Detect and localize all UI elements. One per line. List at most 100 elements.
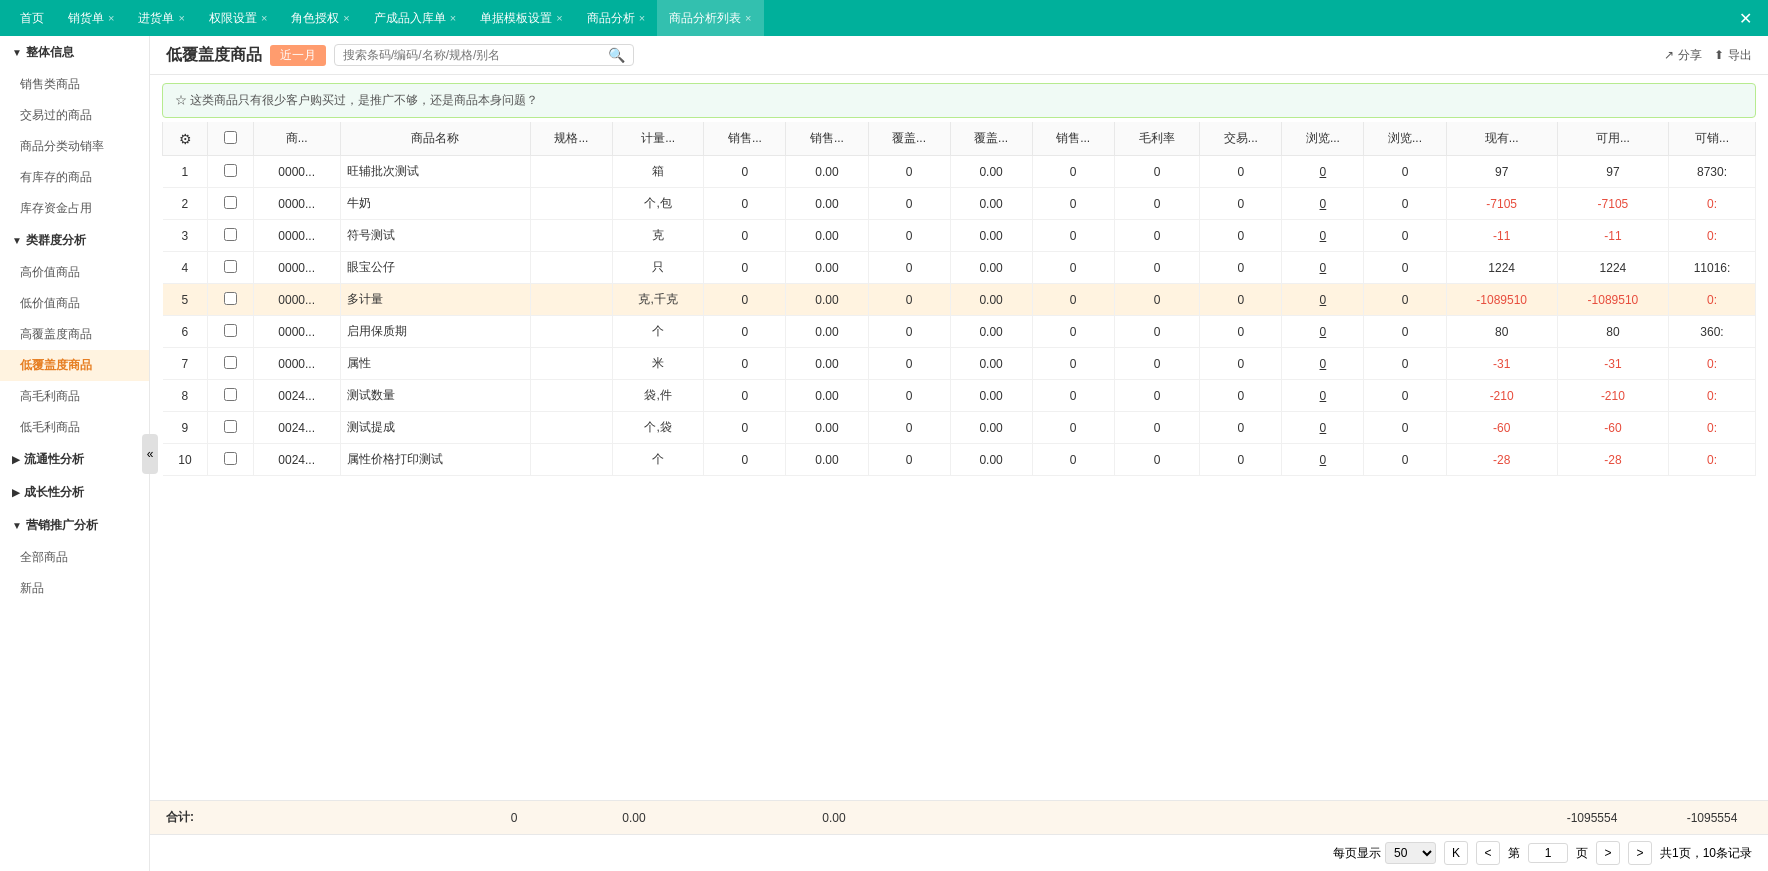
th-spec[interactable]: 规格...	[530, 122, 612, 156]
th-gross-rate[interactable]: 毛利率	[1114, 122, 1200, 156]
th-unit[interactable]: 计量...	[612, 122, 703, 156]
browse1-link[interactable]: 0	[1320, 325, 1327, 339]
th-checkbox[interactable]	[208, 122, 253, 156]
th-settings[interactable]: ⚙	[163, 122, 208, 156]
per-page-select[interactable]: 50 10 20 100	[1385, 842, 1436, 864]
browse1-link[interactable]: 0	[1320, 453, 1327, 467]
cell-browse1[interactable]: 0	[1282, 252, 1364, 284]
sidebar-item-inventory-funds[interactable]: 库存资金占用	[0, 193, 149, 224]
cell-checkbox[interactable]	[208, 348, 253, 380]
browse1-link[interactable]: 0	[1320, 197, 1327, 211]
cell-checkbox[interactable]	[208, 412, 253, 444]
nav-close-product-analysis-list[interactable]: ×	[745, 12, 751, 24]
search-input[interactable]	[343, 48, 604, 62]
th-coverage2[interactable]: 覆盖...	[950, 122, 1032, 156]
th-sales2[interactable]: 销售...	[786, 122, 868, 156]
current-page-input[interactable]	[1528, 843, 1568, 863]
row-checkbox[interactable]	[224, 420, 237, 433]
cell-browse1[interactable]: 0	[1282, 348, 1364, 380]
row-checkbox[interactable]	[224, 196, 237, 209]
export-button[interactable]: ⬆ 导出	[1714, 47, 1752, 64]
sidebar-item-high-coverage[interactable]: 高覆盖度商品	[0, 319, 149, 350]
nav-close-sales-order[interactable]: ×	[108, 12, 114, 24]
search-icon[interactable]: 🔍	[608, 47, 625, 63]
sidebar-section-growth[interactable]: ▶ 成长性分析	[0, 476, 149, 509]
select-all-checkbox[interactable]	[224, 131, 237, 144]
th-trade[interactable]: 交易...	[1200, 122, 1282, 156]
row-checkbox[interactable]	[224, 356, 237, 369]
th-code[interactable]: 商...	[253, 122, 340, 156]
sidebar-item-low-coverage[interactable]: 低覆盖度商品	[0, 350, 149, 381]
nav-product-warehouse[interactable]: 产成品入库单 ×	[362, 0, 468, 36]
nav-template-settings[interactable]: 单据模板设置 ×	[468, 0, 574, 36]
browse1-link[interactable]: 0	[1320, 229, 1327, 243]
filter-period-button[interactable]: 近一月	[270, 45, 326, 66]
sidebar-item-new-products[interactable]: 新品	[0, 573, 149, 604]
table-container[interactable]: ⚙ 商... 商品名称 规格... 计量... 销售... 销售... 覆盖..…	[150, 122, 1768, 800]
browse1-link[interactable]: 0	[1320, 421, 1327, 435]
sidebar-item-low-value[interactable]: 低价值商品	[0, 288, 149, 319]
browse1-link[interactable]: 0	[1320, 357, 1327, 371]
sidebar-section-liquidity[interactable]: ▶ 流通性分析	[0, 443, 149, 476]
browse1-link[interactable]: 0	[1320, 389, 1327, 403]
sidebar-item-stocked-products[interactable]: 有库存的商品	[0, 162, 149, 193]
th-browse1[interactable]: 浏览...	[1282, 122, 1364, 156]
th-browse2[interactable]: 浏览...	[1364, 122, 1446, 156]
th-name[interactable]: 商品名称	[340, 122, 530, 156]
share-button[interactable]: ↗ 分享	[1664, 47, 1702, 64]
close-all-button[interactable]: ✕	[1730, 3, 1760, 33]
sidebar-item-all-products[interactable]: 全部商品	[0, 542, 149, 573]
sidebar-item-category-turnover[interactable]: 商品分类动销率	[0, 131, 149, 162]
cell-browse1[interactable]: 0	[1282, 380, 1364, 412]
settings-icon[interactable]: ⚙	[179, 131, 192, 147]
nav-home[interactable]: 首页	[8, 0, 56, 36]
cell-checkbox[interactable]	[208, 156, 253, 188]
cell-browse1[interactable]: 0	[1282, 444, 1364, 476]
nav-sales-order[interactable]: 销货单 ×	[56, 0, 126, 36]
nav-permission[interactable]: 权限设置 ×	[197, 0, 279, 36]
cell-browse1[interactable]: 0	[1282, 156, 1364, 188]
next-page-button[interactable]: >	[1596, 841, 1620, 865]
sidebar-item-high-value[interactable]: 高价值商品	[0, 257, 149, 288]
cell-checkbox[interactable]	[208, 444, 253, 476]
row-checkbox[interactable]	[224, 452, 237, 465]
sidebar-section-overall[interactable]: ▼ 整体信息	[0, 36, 149, 69]
cell-checkbox[interactable]	[208, 188, 253, 220]
nav-close-role-auth[interactable]: ×	[343, 12, 349, 24]
th-sales1[interactable]: 销售...	[704, 122, 786, 156]
cell-checkbox[interactable]	[208, 252, 253, 284]
th-coverage1[interactable]: 覆盖...	[868, 122, 950, 156]
browse1-link[interactable]: 0	[1320, 165, 1327, 179]
nav-close-purchase-order[interactable]: ×	[178, 12, 184, 24]
cell-browse1[interactable]: 0	[1282, 220, 1364, 252]
nav-close-product-warehouse[interactable]: ×	[450, 12, 456, 24]
th-sales3[interactable]: 销售...	[1032, 122, 1114, 156]
th-current[interactable]: 现有...	[1446, 122, 1557, 156]
nav-close-template-settings[interactable]: ×	[556, 12, 562, 24]
row-checkbox[interactable]	[224, 260, 237, 273]
sidebar-item-low-gross-margin[interactable]: 低毛利商品	[0, 412, 149, 443]
cell-browse1[interactable]: 0	[1282, 188, 1364, 220]
cell-checkbox[interactable]	[208, 316, 253, 348]
nav-close-product-analysis[interactable]: ×	[639, 12, 645, 24]
sidebar-collapse-button[interactable]: «	[142, 434, 158, 474]
cell-checkbox[interactable]	[208, 380, 253, 412]
first-page-button[interactable]: K	[1444, 841, 1468, 865]
sidebar-item-sales-products[interactable]: 销售类商品	[0, 69, 149, 100]
row-checkbox[interactable]	[224, 324, 237, 337]
prev-page-button[interactable]: <	[1476, 841, 1500, 865]
cell-checkbox[interactable]	[208, 220, 253, 252]
browse1-link[interactable]: 0	[1320, 293, 1327, 307]
cell-checkbox[interactable]	[208, 284, 253, 316]
sidebar-item-high-gross-margin[interactable]: 高毛利商品	[0, 381, 149, 412]
nav-product-analysis[interactable]: 商品分析 ×	[575, 0, 657, 36]
nav-role-auth[interactable]: 角色授权 ×	[279, 0, 361, 36]
sidebar-section-marketing[interactable]: ▼ 营销推广分析	[0, 509, 149, 542]
nav-purchase-order[interactable]: 进货单 ×	[126, 0, 196, 36]
sidebar-item-traded-products[interactable]: 交易过的商品	[0, 100, 149, 131]
nav-close-permission[interactable]: ×	[261, 12, 267, 24]
row-checkbox[interactable]	[224, 164, 237, 177]
cell-browse1[interactable]: 0	[1282, 316, 1364, 348]
row-checkbox[interactable]	[224, 228, 237, 241]
cell-browse1[interactable]: 0	[1282, 412, 1364, 444]
